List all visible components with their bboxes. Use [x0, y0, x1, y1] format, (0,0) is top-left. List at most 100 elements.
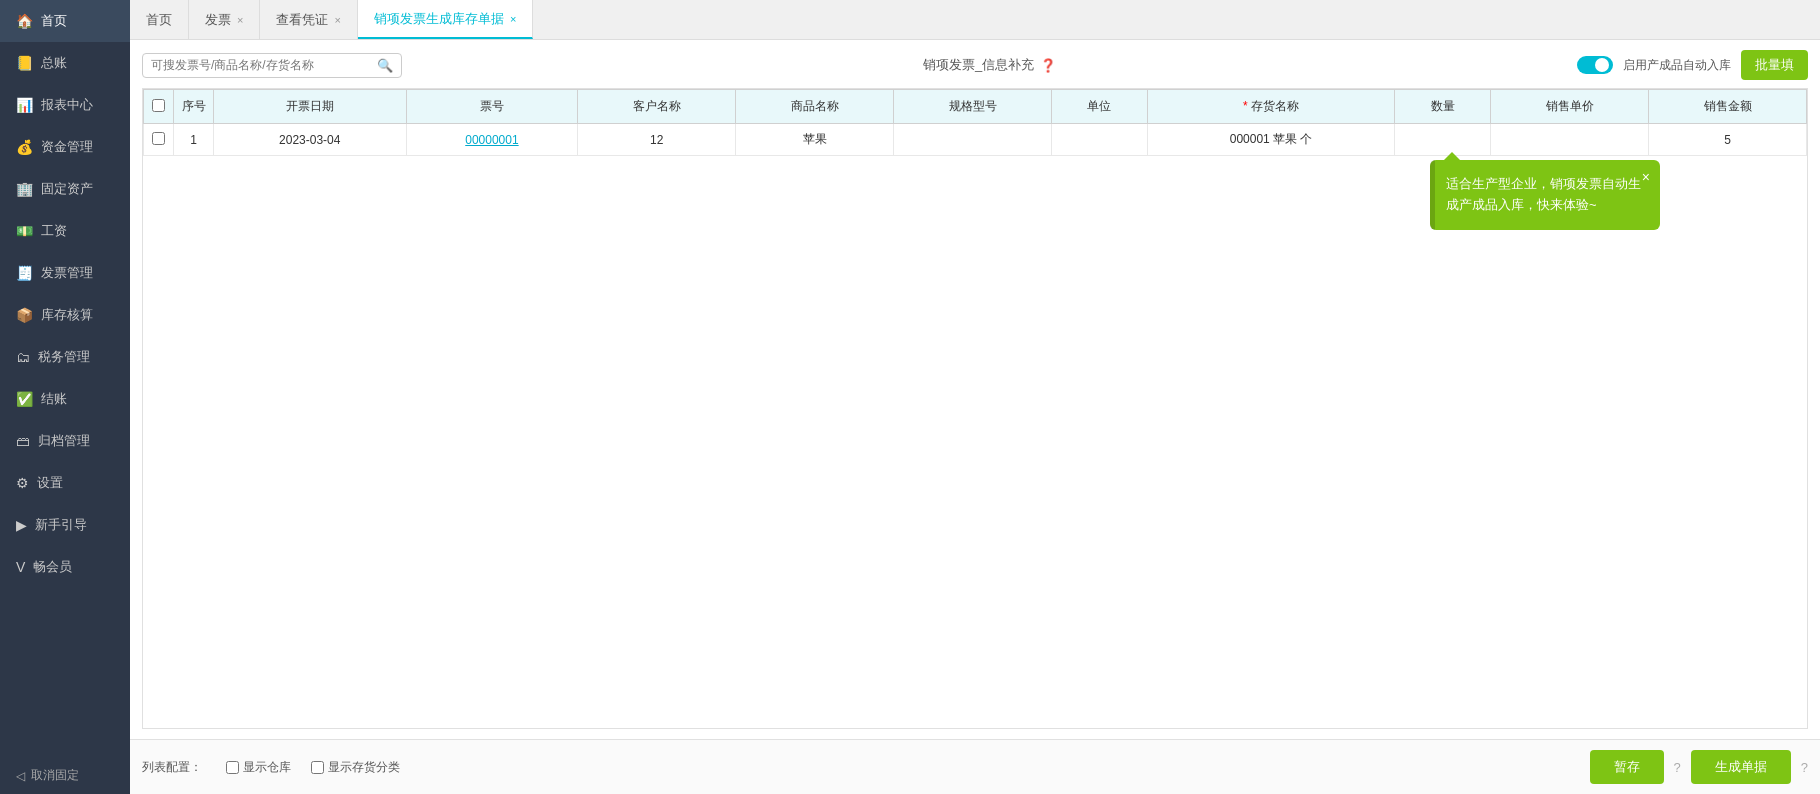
sidebar-item-vip[interactable]: V 畅会员	[0, 546, 130, 588]
sidebar-item-funds[interactable]: 💰 资金管理	[0, 126, 130, 168]
table-header-product: 商品名称	[736, 90, 894, 124]
show-category-checkbox[interactable]	[311, 761, 324, 774]
table-header-seq: 序号	[174, 90, 214, 124]
row-checkbox[interactable]	[144, 124, 174, 156]
search-icon: 🔍	[377, 58, 393, 73]
search-input[interactable]	[151, 58, 377, 72]
tab-voucher-close[interactable]: ×	[334, 14, 340, 26]
info-label: 销项发票_信息补充	[923, 56, 1034, 74]
toggle-label: 启用产成品自动入库	[1623, 57, 1731, 74]
tab-stock-doc-close[interactable]: ×	[510, 13, 516, 25]
assets-icon: 🏢	[16, 181, 33, 197]
home-icon: 🏠	[16, 13, 33, 29]
sidebar-item-archive[interactable]: 🗃 归档管理	[0, 420, 130, 462]
table-header-unit: 单位	[1051, 90, 1147, 124]
row-no: 00000001	[406, 124, 578, 156]
sidebar: 🏠 首页 📒 总账 📊 报表中心 💰 资金管理 🏢 固定资产 💵 工资 🧾 发票…	[0, 0, 130, 794]
archive-icon: 🗃	[16, 433, 30, 449]
info-help-icon[interactable]: ❓	[1040, 58, 1056, 73]
batch-fill-button[interactable]: 批量填	[1741, 50, 1808, 80]
sidebar-item-assets[interactable]: 🏢 固定资产	[0, 168, 130, 210]
sidebar-item-report[interactable]: 📊 报表中心	[0, 84, 130, 126]
select-all-checkbox[interactable]	[152, 99, 165, 112]
tab-invoice[interactable]: 发票 ×	[189, 0, 260, 39]
table-header-qty: 数量	[1395, 90, 1491, 124]
guide-icon: ▶	[16, 517, 27, 533]
table-header-amount: 销售金额	[1649, 90, 1807, 124]
funds-icon: 💰	[16, 139, 33, 155]
inventory-icon: 📦	[16, 307, 33, 323]
tooltip-close-icon[interactable]: ×	[1642, 166, 1650, 188]
content-area: 🔍 销项发票_信息补充 ❓ 启用产成品自动入库 批量填	[130, 40, 1820, 739]
table-row: 1 2023-03-04 00000001 12 苹果 000001 苹果 个 …	[144, 124, 1807, 156]
invoice-link[interactable]: 00000001	[465, 133, 518, 147]
vip-icon: V	[16, 559, 25, 575]
salary-icon: 💵	[16, 223, 33, 239]
main-area: 首页 发票 × 查看凭证 × 销项发票生成库存单据 × 🔍 销项发票_信息补充	[130, 0, 1820, 794]
row-product: 苹果	[736, 124, 894, 156]
settings-icon: ⚙	[16, 475, 29, 491]
tab-voucher[interactable]: 查看凭证 ×	[260, 0, 357, 39]
tooltip-text: 适合生产型企业，销项发票自动生成产成品入库，快来体验~	[1446, 176, 1641, 212]
save-button[interactable]: 暂存	[1590, 750, 1664, 784]
show-warehouse-checkbox[interactable]	[226, 761, 239, 774]
table-header-unit-price: 销售单价	[1491, 90, 1649, 124]
tab-bar: 首页 发票 × 查看凭证 × 销项发票生成库存单据 ×	[130, 0, 1820, 40]
row-qty	[1395, 124, 1491, 156]
unpin-button[interactable]: ◁ 取消固定	[0, 757, 130, 794]
table-header-customer: 客户名称	[578, 90, 736, 124]
sidebar-item-guide[interactable]: ▶ 新手引导	[0, 504, 130, 546]
generate-help-icon[interactable]: ?	[1801, 760, 1808, 775]
settle-icon: ✅	[16, 391, 33, 407]
list-config-label: 列表配置：	[142, 759, 202, 776]
data-table: 序号 开票日期 票号 客户名称 商品名称 规格型号 单位 存货名称 数量 销售单…	[143, 89, 1807, 156]
table-header-no: 票号	[406, 90, 578, 124]
sidebar-item-salary[interactable]: 💵 工资	[0, 210, 130, 252]
search-box[interactable]: 🔍	[142, 53, 402, 78]
row-spec	[894, 124, 1052, 156]
bottom-actions: 暂存 ? 生成单据 ?	[1590, 750, 1808, 784]
report-icon: 📊	[16, 97, 33, 113]
sidebar-item-settings[interactable]: ⚙ 设置	[0, 462, 130, 504]
tab-stock-doc[interactable]: 销项发票生成库存单据 ×	[358, 0, 533, 39]
bottom-bar: 列表配置： 显示仓库 显示存货分类 暂存 ? 生成单据 ?	[130, 739, 1820, 794]
tab-home[interactable]: 首页	[130, 0, 189, 39]
save-help-icon[interactable]: ?	[1674, 760, 1681, 775]
table-header-date: 开票日期	[214, 90, 407, 124]
table-header-inventory: 存货名称	[1147, 90, 1395, 124]
sidebar-item-settle[interactable]: ✅ 结账	[0, 378, 130, 420]
sidebar-item-home[interactable]: 🏠 首页	[0, 0, 130, 42]
sidebar-item-ledger[interactable]: 📒 总账	[0, 42, 130, 84]
tooltip-left-bar	[1430, 160, 1435, 230]
show-category-label: 显示存货分类	[328, 759, 400, 776]
sidebar-item-inventory[interactable]: 📦 库存核算	[0, 294, 130, 336]
toolbar-right: 启用产成品自动入库 批量填	[1577, 50, 1808, 80]
sidebar-item-tax[interactable]: 🗂 税务管理	[0, 336, 130, 378]
sidebar-item-invoice-mgmt[interactable]: 🧾 发票管理	[0, 252, 130, 294]
table-header-checkbox	[144, 90, 174, 124]
table-header-spec: 规格型号	[894, 90, 1052, 124]
tab-invoice-close[interactable]: ×	[237, 14, 243, 26]
show-category-checkbox-label[interactable]: 显示存货分类	[311, 759, 400, 776]
row-customer: 12	[578, 124, 736, 156]
row-amount: 5	[1649, 124, 1807, 156]
toolbar-left: 🔍	[142, 53, 402, 78]
toggle-knob	[1595, 58, 1609, 72]
invoice-mgmt-icon: 🧾	[16, 265, 33, 281]
ledger-icon: 📒	[16, 55, 33, 71]
row-unit	[1051, 124, 1147, 156]
show-warehouse-checkbox-label[interactable]: 显示仓库	[226, 759, 291, 776]
toolbar: 🔍 销项发票_信息补充 ❓ 启用产成品自动入库 批量填	[142, 50, 1808, 80]
unpin-icon: ◁	[16, 769, 25, 783]
row-unit-price	[1491, 124, 1649, 156]
generate-button[interactable]: 生成单据	[1691, 750, 1791, 784]
auto-warehouse-toggle[interactable]	[1577, 56, 1613, 74]
toggle-track	[1577, 56, 1613, 74]
toolbar-center: 销项发票_信息补充 ❓	[923, 56, 1056, 74]
show-warehouse-label: 显示仓库	[243, 759, 291, 776]
row-seq: 1	[174, 124, 214, 156]
tooltip-popup: × 适合生产型企业，销项发票自动生成产成品入库，快来体验~	[1430, 160, 1660, 230]
row-inventory: 000001 苹果 个	[1147, 124, 1395, 156]
row-date: 2023-03-04	[214, 124, 407, 156]
tax-icon: 🗂	[16, 349, 30, 365]
